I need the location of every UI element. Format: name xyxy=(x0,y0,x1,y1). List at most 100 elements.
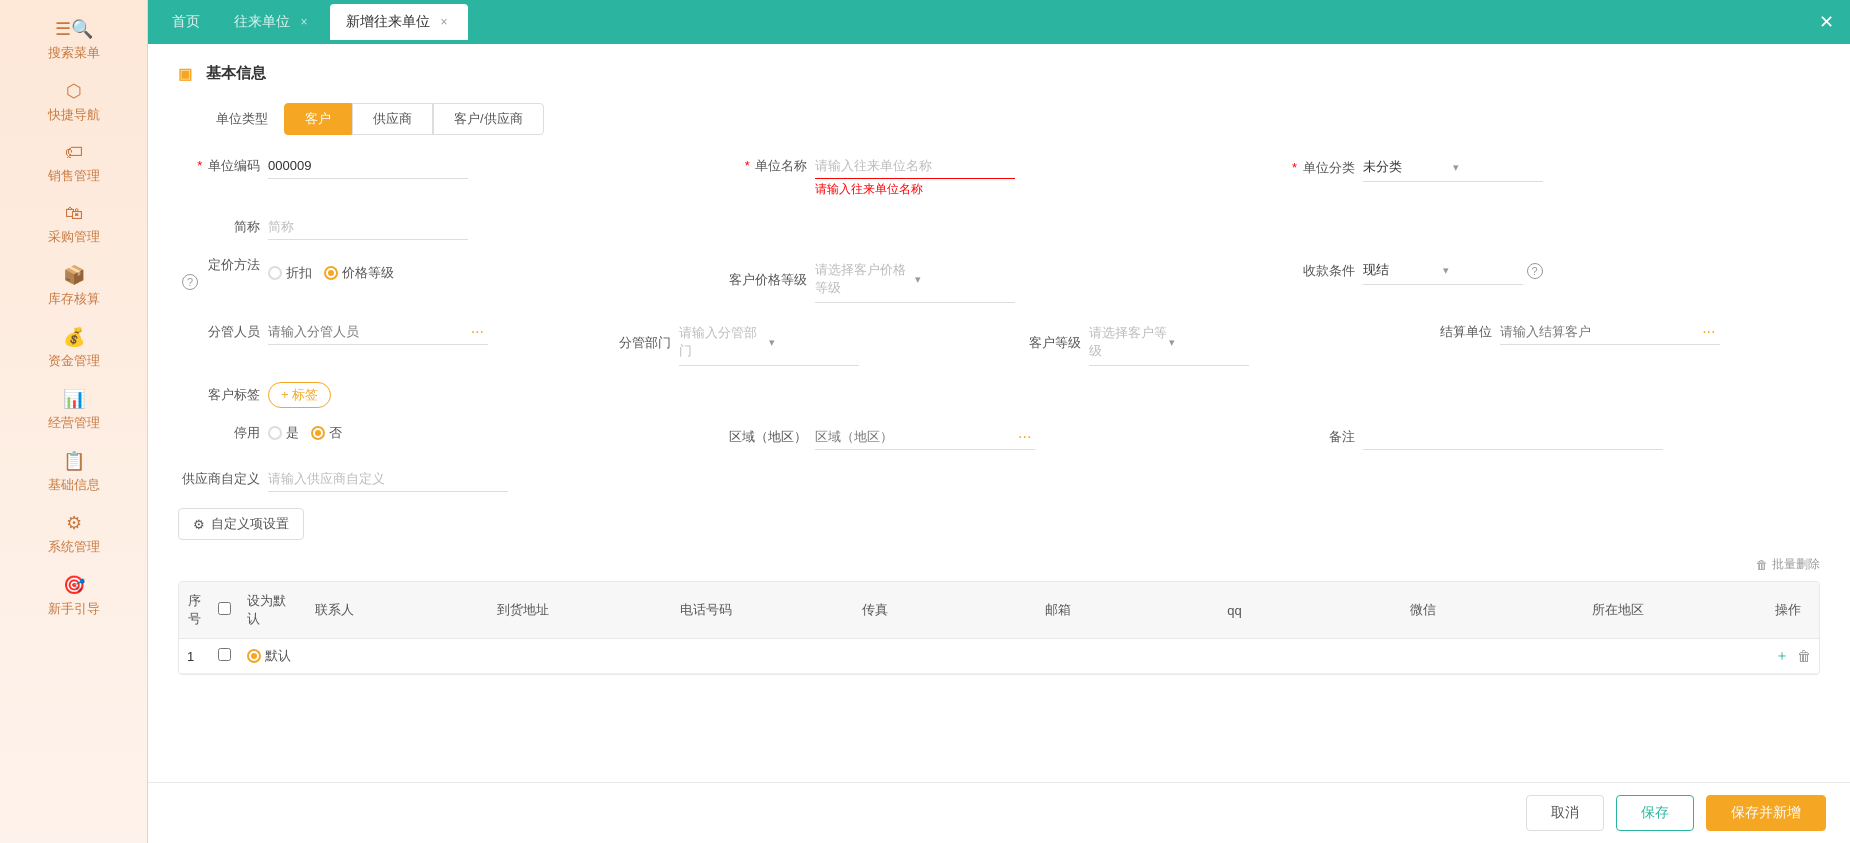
custom-settings-button[interactable]: ⚙ 自定义项设置 xyxy=(178,508,304,540)
section-icon: ▣ xyxy=(178,65,192,83)
abbreviation-input[interactable] xyxy=(268,214,468,240)
sidebar-item-guide[interactable]: 🎯 新手引导 xyxy=(0,564,147,626)
sidebar-item-search[interactable]: ☰🔍 搜索菜单 xyxy=(0,8,147,70)
delete-row-icon[interactable]: 🗑 xyxy=(1797,648,1811,664)
customer-tag-field: 客户标签 + 标签 xyxy=(178,382,1820,408)
sidebar-item-purchase[interactable]: 🛍 采购管理 xyxy=(0,193,147,254)
region-more-icon[interactable]: ··· xyxy=(1014,428,1035,446)
cell-contact[interactable] xyxy=(307,639,490,674)
customer-tag-label: 客户标签 xyxy=(178,386,268,404)
form-row-7: 供应商自定义 xyxy=(178,466,1820,492)
sidebar-item-label: 搜索菜单 xyxy=(48,44,100,62)
email-input[interactable] xyxy=(1045,649,1212,664)
sidebar: ☰🔍 搜索菜单 ⬡ 快捷导航 🏷 销售管理 🛍 采购管理 📦 库存核算 💰 资金… xyxy=(0,0,148,843)
type-btn-both[interactable]: 客户/供应商 xyxy=(433,103,544,135)
supplier-custom-field: 供应商自定义 xyxy=(178,466,1820,492)
unit-name-label: * 单位名称 xyxy=(725,157,815,175)
save-and-new-button[interactable]: 保存并新增 xyxy=(1706,795,1826,831)
manager-more-icon[interactable]: ··· xyxy=(467,323,488,341)
type-btn-supplier[interactable]: 供应商 xyxy=(352,103,433,135)
cell-fax[interactable] xyxy=(854,639,1037,674)
set-default-radio[interactable]: 默认 xyxy=(247,647,299,665)
fax-input[interactable] xyxy=(862,649,1029,664)
supplier-custom-label: 供应商自定义 xyxy=(178,470,268,488)
disabled-option-yes[interactable]: 是 xyxy=(268,424,299,442)
delete-icon: 🗑 xyxy=(1756,558,1768,572)
cell-email[interactable] xyxy=(1037,639,1220,674)
tab-close-units[interactable]: × xyxy=(296,14,312,30)
chevron-down-icon: ▾ xyxy=(1169,331,1249,354)
select-all-checkbox[interactable] xyxy=(218,602,231,615)
cell-address[interactable] xyxy=(489,639,672,674)
table-header-row: 🗑 批量删除 xyxy=(178,556,1820,573)
remark-input[interactable] xyxy=(1363,424,1663,450)
sidebar-item-label: 经营管理 xyxy=(48,414,100,432)
pricing-option-level[interactable]: 价格等级 xyxy=(324,264,394,282)
col-action: 操作 xyxy=(1767,582,1819,639)
tab-new-unit[interactable]: 新增往来单位 × xyxy=(330,4,468,40)
unit-name-error: 请输入往来单位名称 xyxy=(815,181,923,198)
add-row-icon[interactable]: ＋ xyxy=(1775,647,1789,665)
sidebar-item-finance[interactable]: 💰 资金管理 xyxy=(0,316,147,378)
phone-input[interactable] xyxy=(680,649,847,664)
chevron-down-icon: ▾ xyxy=(915,268,1015,291)
sidebar-item-quicknav[interactable]: ⬡ 快捷导航 xyxy=(0,70,147,132)
region-label: 区域（地区） xyxy=(725,428,815,446)
main-content: 首页 往来单位 × 新增往来单位 × ✕ ▣ 基本信息 单位类型 客户 供应商 … xyxy=(148,0,1850,843)
add-tag-button[interactable]: + 标签 xyxy=(268,382,331,408)
contact-input[interactable] xyxy=(315,649,482,664)
manager-input[interactable] xyxy=(268,319,467,344)
pricing-option-discount[interactable]: 折扣 xyxy=(268,264,312,282)
address-input[interactable] xyxy=(497,649,664,664)
region-input[interactable] xyxy=(815,424,1014,449)
search-icon: ☰🔍 xyxy=(55,18,93,40)
cell-qq[interactable] xyxy=(1219,639,1402,674)
pricing-help-icon[interactable]: ? xyxy=(182,274,198,290)
settlement-unit-input[interactable] xyxy=(1500,319,1699,344)
purchase-icon: 🛍 xyxy=(65,203,83,224)
supplier-custom-input[interactable] xyxy=(268,466,508,492)
payment-terms-select[interactable]: 现结 ▾ xyxy=(1363,256,1523,285)
unit-name-input[interactable] xyxy=(815,153,1015,179)
manager-field: 分管人员 ··· xyxy=(178,319,589,345)
disabled-option-no[interactable]: 否 xyxy=(311,424,342,442)
sidebar-item-label: 资金管理 xyxy=(48,352,100,370)
tab-close-new-unit[interactable]: × xyxy=(436,14,452,30)
customer-level-select[interactable]: 请选择客户等级 ▾ xyxy=(1089,319,1249,366)
tab-home[interactable]: 首页 xyxy=(156,4,216,40)
window-close-icon[interactable]: ✕ xyxy=(1811,7,1842,37)
gear-icon: ⚙ xyxy=(193,517,205,532)
batch-delete-button[interactable]: 🗑 批量删除 xyxy=(1756,556,1820,573)
customer-price-level-field: 客户价格等级 请选择客户价格等级 ▾ xyxy=(725,256,1272,303)
customer-price-level-select[interactable]: 请选择客户价格等级 ▾ xyxy=(815,256,1015,303)
sidebar-item-sales[interactable]: 🏷 销售管理 xyxy=(0,132,147,193)
sidebar-item-system[interactable]: ⚙ 系统管理 xyxy=(0,502,147,564)
sidebar-item-inventory[interactable]: 📦 库存核算 xyxy=(0,254,147,316)
payment-help-icon[interactable]: ? xyxy=(1527,263,1543,279)
cell-region[interactable] xyxy=(1584,639,1767,674)
unit-category-select[interactable]: 未分类 ▾ xyxy=(1363,153,1543,182)
sidebar-item-label: 快捷导航 xyxy=(48,106,100,124)
form-row-5: 客户标签 + 标签 xyxy=(178,382,1820,408)
qq-input[interactable] xyxy=(1227,649,1394,664)
department-select[interactable]: 请输入分管部门 ▾ xyxy=(679,319,859,366)
type-btn-customer[interactable]: 客户 xyxy=(284,103,352,135)
row-checkbox[interactable] xyxy=(218,648,231,661)
sidebar-item-label: 库存核算 xyxy=(48,290,100,308)
settlement-more-icon[interactable]: ··· xyxy=(1698,323,1719,341)
cell-wechat[interactable] xyxy=(1402,639,1585,674)
col-default: 设为默认 xyxy=(239,582,307,639)
settlement-unit-label: 结算单位 xyxy=(1410,323,1500,341)
unit-category-field: * 单位分类 未分类 ▾ xyxy=(1273,153,1820,182)
cell-phone[interactable] xyxy=(672,639,855,674)
region-table-input[interactable] xyxy=(1592,649,1759,664)
sidebar-item-operations[interactable]: 📊 经营管理 xyxy=(0,378,147,440)
wechat-input[interactable] xyxy=(1410,649,1577,664)
form-row-6: 停用 是 否 区域（地区） ··· xyxy=(178,424,1820,450)
tab-units[interactable]: 往来单位 × xyxy=(218,4,328,40)
save-button[interactable]: 保存 xyxy=(1616,795,1694,831)
cancel-button[interactable]: 取消 xyxy=(1526,795,1604,831)
customer-level-field: 客户等级 请选择客户等级 ▾ xyxy=(999,319,1410,366)
unit-code-input[interactable] xyxy=(268,153,468,179)
sidebar-item-basic[interactable]: 📋 基础信息 xyxy=(0,440,147,502)
